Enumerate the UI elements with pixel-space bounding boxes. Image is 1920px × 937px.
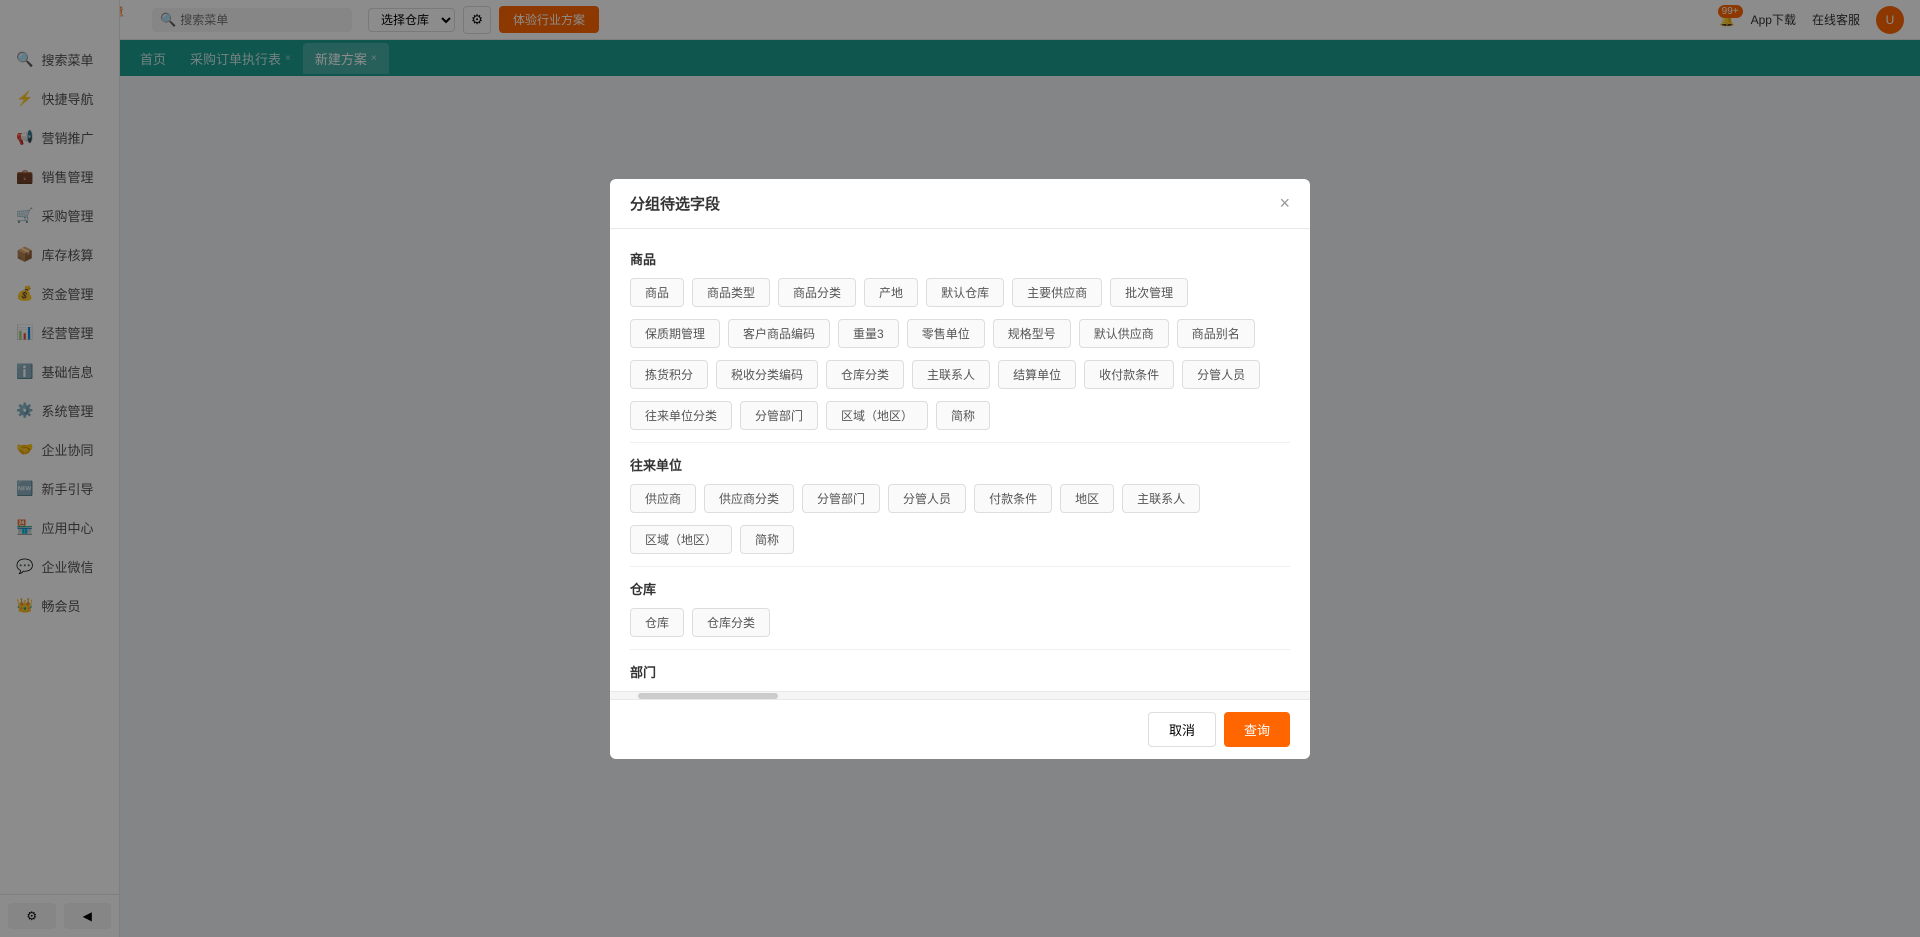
tag-goods-type[interactable]: 商品类型 bbox=[692, 278, 770, 307]
tag-warehouse-class[interactable]: 仓库分类 bbox=[692, 608, 770, 637]
modal-header: 分组待选字段 × bbox=[610, 179, 1310, 229]
tag-customer-code[interactable]: 客户商品编码 bbox=[728, 319, 830, 348]
tag-partner-charge-person[interactable]: 分管人员 bbox=[888, 484, 966, 513]
tag-batch-mgmt[interactable]: 批次管理 bbox=[1110, 278, 1188, 307]
section-partner: 往来单位 供应商 供应商分类 分管部门 分管人员 付款条件 地区 主联系人 区域… bbox=[630, 455, 1290, 554]
tag-area[interactable]: 地区 bbox=[1060, 484, 1114, 513]
tag-tax-code[interactable]: 税收分类编码 bbox=[716, 360, 818, 389]
section-goods: 商品 商品 商品类型 商品分类 产地 默认仓库 主要供应商 批次管理 保质期管理… bbox=[630, 249, 1290, 430]
tags-row-goods-2: 保质期管理 客户商品编码 重量3 零售单位 规格型号 默认供应商 商品别名 bbox=[630, 319, 1290, 348]
tag-supplier-category[interactable]: 供应商分类 bbox=[704, 484, 794, 513]
section-department: 部门 部门 bbox=[630, 662, 1290, 691]
tag-warehouse[interactable]: 仓库 bbox=[630, 608, 684, 637]
divider-3 bbox=[630, 649, 1290, 650]
tag-payment-terms[interactable]: 收付款条件 bbox=[1084, 360, 1174, 389]
modal-horizontal-scrollbar[interactable] bbox=[610, 691, 1310, 699]
modal-body[interactable]: 商品 商品 商品类型 商品分类 产地 默认仓库 主要供应商 批次管理 保质期管理… bbox=[610, 229, 1310, 691]
tag-supplier[interactable]: 供应商 bbox=[630, 484, 696, 513]
tag-settlement-unit[interactable]: 结算单位 bbox=[998, 360, 1076, 389]
modal-title: 分组待选字段 bbox=[630, 193, 720, 214]
tag-partner-region[interactable]: 区域（地区） bbox=[630, 525, 732, 554]
tag-partner-short-name[interactable]: 简称 bbox=[740, 525, 794, 554]
tag-origin[interactable]: 产地 bbox=[864, 278, 918, 307]
divider-1 bbox=[630, 442, 1290, 443]
tags-row-goods-4: 往来单位分类 分管部门 区域（地区） 简称 bbox=[630, 401, 1290, 430]
tag-default-supplier[interactable]: 默认供应商 bbox=[1079, 319, 1169, 348]
section-title-department: 部门 bbox=[630, 662, 1290, 681]
tag-shelf-life[interactable]: 保质期管理 bbox=[630, 319, 720, 348]
modal-overlay: 分组待选字段 × 商品 商品 商品类型 商品分类 产地 默认仓库 主要供应商 批… bbox=[0, 0, 1920, 937]
tag-payment-condition[interactable]: 付款条件 bbox=[974, 484, 1052, 513]
tag-warehouse-category[interactable]: 仓库分类 bbox=[826, 360, 904, 389]
section-title-warehouse: 仓库 bbox=[630, 579, 1290, 598]
tag-goods-category[interactable]: 商品分类 bbox=[778, 278, 856, 307]
tag-goods[interactable]: 商品 bbox=[630, 278, 684, 307]
tag-spec-model[interactable]: 规格型号 bbox=[993, 319, 1071, 348]
divider-2 bbox=[630, 566, 1290, 567]
tag-main-supplier[interactable]: 主要供应商 bbox=[1012, 278, 1102, 307]
tag-main-contact[interactable]: 主联系人 bbox=[912, 360, 990, 389]
tag-charge-person[interactable]: 分管人员 bbox=[1182, 360, 1260, 389]
tag-partner-contact[interactable]: 主联系人 bbox=[1122, 484, 1200, 513]
tags-row-partner-2: 区域（地区） 简称 bbox=[630, 525, 1290, 554]
section-title-goods: 商品 bbox=[630, 249, 1290, 268]
tags-row-goods-3: 拣货积分 税收分类编码 仓库分类 主联系人 结算单位 收付款条件 分管人员 bbox=[630, 360, 1290, 389]
tag-retail-unit[interactable]: 零售单位 bbox=[907, 319, 985, 348]
section-warehouse: 仓库 仓库 仓库分类 bbox=[630, 579, 1290, 637]
modal-close-button[interactable]: × bbox=[1279, 193, 1290, 214]
modal-hscroll-thumb bbox=[638, 693, 778, 699]
tag-partner-category[interactable]: 往来单位分类 bbox=[630, 401, 732, 430]
tag-short-name[interactable]: 简称 bbox=[936, 401, 990, 430]
modal-footer: 取消 查询 bbox=[610, 699, 1310, 759]
section-title-partner: 往来单位 bbox=[630, 455, 1290, 474]
tag-region[interactable]: 区域（地区） bbox=[826, 401, 928, 430]
field-select-modal: 分组待选字段 × 商品 商品 商品类型 商品分类 产地 默认仓库 主要供应商 批… bbox=[610, 179, 1310, 759]
tag-partner-charge-dept[interactable]: 分管部门 bbox=[802, 484, 880, 513]
tag-default-warehouse[interactable]: 默认仓库 bbox=[926, 278, 1004, 307]
cancel-button[interactable]: 取消 bbox=[1148, 712, 1216, 747]
tag-weight[interactable]: 重量3 bbox=[838, 319, 899, 348]
tag-pick-points[interactable]: 拣货积分 bbox=[630, 360, 708, 389]
tags-row-goods: 商品 商品类型 商品分类 产地 默认仓库 主要供应商 批次管理 bbox=[630, 278, 1290, 307]
tags-row-warehouse: 仓库 仓库分类 bbox=[630, 608, 1290, 637]
confirm-button[interactable]: 查询 bbox=[1224, 712, 1290, 747]
tag-charge-dept[interactable]: 分管部门 bbox=[740, 401, 818, 430]
tag-goods-alias[interactable]: 商品别名 bbox=[1177, 319, 1255, 348]
tags-row-partner-1: 供应商 供应商分类 分管部门 分管人员 付款条件 地区 主联系人 bbox=[630, 484, 1290, 513]
